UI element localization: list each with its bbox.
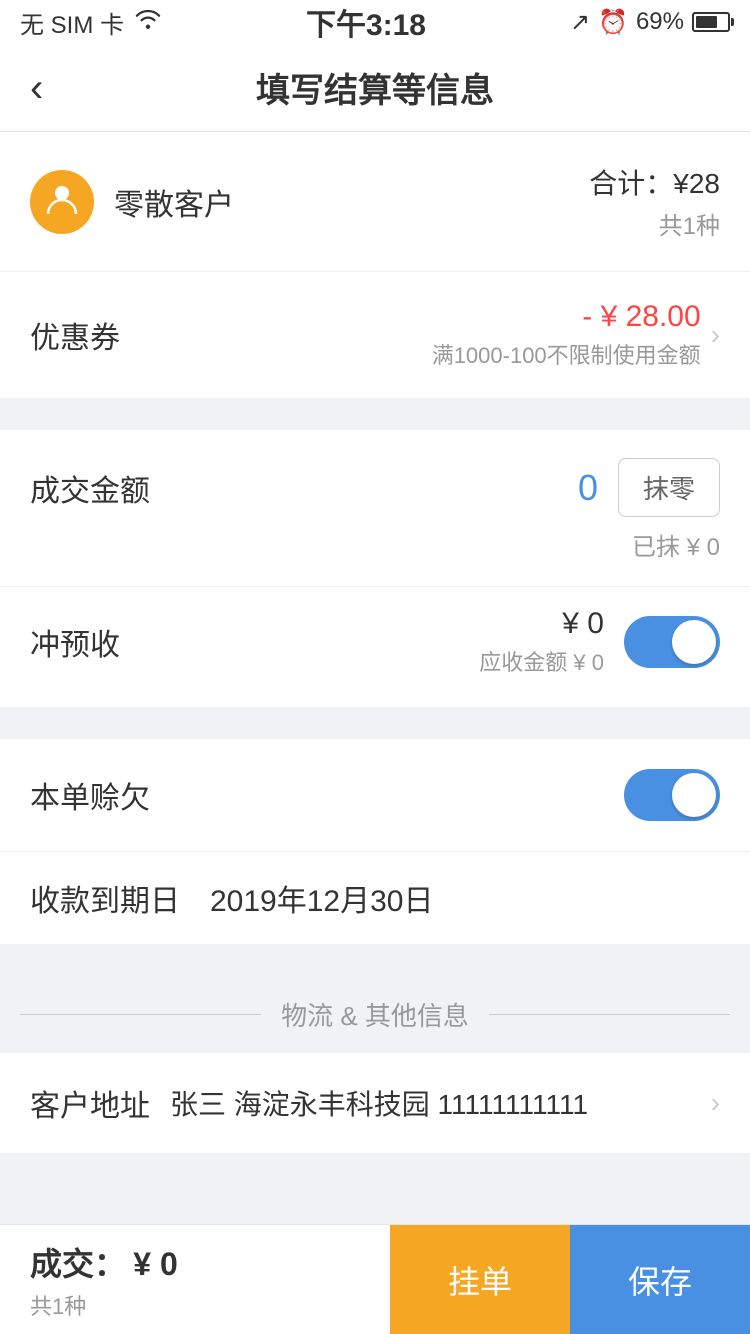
logistics-line-left (20, 1014, 261, 1015)
back-button[interactable]: ‹ (30, 68, 43, 108)
status-time: 下午3:18 (306, 0, 426, 44)
amount-label: 成交金额 (30, 466, 150, 510)
status-bar: 无 SIM 卡 下午3:18 ↗ ⏰ 69% (0, 0, 750, 44)
debt-label: 本单赊欠 (30, 773, 150, 817)
address-row[interactable]: 客户地址 张三 海淀永丰科技园 11111111111 › (0, 1053, 750, 1153)
prereceive-bottom-padding (0, 687, 750, 707)
prereceive-right: ¥ 0 应收金额 ¥ 0 (479, 607, 720, 677)
logistics-header: 物流 & 其他信息 (0, 976, 750, 1053)
customer-summary: 合计：¥28 共1种 (589, 162, 720, 241)
prereceive-row: 冲预收 ¥ 0 应收金额 ¥ 0 (0, 586, 750, 687)
status-left: 无 SIM 卡 (20, 5, 162, 40)
content: 零散客户 合计：¥28 共1种 优惠券 - ¥ 28.00 满1000-100不… (0, 132, 750, 1289)
address-card: 客户地址 张三 海淀永丰科技园 11111111111 › (0, 1053, 750, 1153)
prereceive-main: ¥ 0 (479, 607, 604, 641)
logistics-line-right (489, 1014, 730, 1015)
address-label: 客户地址 (30, 1081, 150, 1125)
bottom-count: 共1种 (30, 1289, 360, 1321)
coupon-amount: - ¥ 28.00 (432, 300, 701, 334)
prereceive-toggle[interactable] (624, 616, 720, 668)
amount-sub: 已抹 ¥ 0 (0, 527, 750, 586)
coupon-row[interactable]: 优惠券 - ¥ 28.00 满1000-100不限制使用金额 › (0, 271, 750, 398)
address-chevron-icon: › (711, 1087, 720, 1119)
address-value: 张三 海淀永丰科技园 11111111111 (170, 1083, 691, 1123)
battery-icon (692, 12, 730, 32)
customer-total: 合计：¥28 (589, 162, 720, 202)
location-icon: ↗ (570, 8, 590, 37)
bottom-deal-amount: ¥ 0 (133, 1246, 177, 1282)
bottom-deal-label: 成交： (30, 1246, 126, 1282)
customer-left: 零散客户 (30, 170, 234, 234)
amount-value: 0 (578, 467, 598, 509)
customer-row: 零散客户 合计：¥28 共1种 (0, 132, 750, 271)
customer-count: 共1种 (589, 206, 720, 241)
coupon-desc: 满1000-100不限制使用金额 (432, 338, 701, 370)
logistics-sep (0, 960, 750, 976)
coupon-label: 优惠券 (30, 313, 120, 357)
nav-bar: ‹ 填写结算等信息 (0, 44, 750, 132)
coupon-right: - ¥ 28.00 满1000-100不限制使用金额 › (432, 300, 720, 370)
logistics-label: 物流 & 其他信息 (281, 996, 469, 1033)
duedate-row: 收款到期日 2019年12月30日 (0, 851, 750, 944)
battery-percent: 69% (636, 8, 684, 36)
save-button[interactable]: 保存 (570, 1225, 750, 1334)
customer-name: 零散客户 (114, 180, 234, 224)
duedate-value: 2019年12月30日 (210, 876, 433, 920)
prereceive-label: 冲预收 (30, 620, 120, 664)
no-sim-text: 无 SIM 卡 (20, 5, 124, 40)
bottom-bar: 成交： ¥ 0 共1种 挂单 保存 (0, 1224, 750, 1334)
avatar-icon (44, 180, 80, 223)
alarm-icon: ⏰ (598, 8, 628, 37)
section-separator-2 (0, 723, 750, 739)
coupon-info: - ¥ 28.00 满1000-100不限制使用金额 (432, 300, 701, 370)
debt-card: 本单赊欠 收款到期日 2019年12月30日 (0, 739, 750, 944)
amount-row: 成交金额 0 抹零 (0, 430, 750, 527)
status-right: ↗ ⏰ 69% (570, 8, 730, 37)
debt-toggle[interactable] (624, 769, 720, 821)
duedate-label: 收款到期日 (30, 876, 180, 920)
round-button[interactable]: 抹零 (618, 458, 720, 517)
transaction-card: 成交金额 0 抹零 已抹 ¥ 0 冲预收 ¥ 0 应收金额 ¥ 0 (0, 430, 750, 707)
prereceive-amounts: ¥ 0 应收金额 ¥ 0 (479, 607, 604, 677)
bottom-info: 成交： ¥ 0 共1种 (0, 1239, 390, 1321)
amount-right: 0 抹零 (578, 458, 720, 517)
customer-avatar (30, 170, 94, 234)
hang-button[interactable]: 挂单 (390, 1225, 570, 1334)
bottom-deal: 成交： ¥ 0 (30, 1239, 360, 1285)
section-separator-1 (0, 414, 750, 430)
prereceive-sub: 应收金额 ¥ 0 (479, 645, 604, 677)
coupon-chevron-icon: › (711, 319, 720, 351)
page-title: 填写结算等信息 (256, 63, 494, 112)
customer-card: 零散客户 合计：¥28 共1种 优惠券 - ¥ 28.00 满1000-100不… (0, 132, 750, 398)
debt-row: 本单赊欠 (0, 739, 750, 851)
wifi-icon (134, 8, 162, 36)
